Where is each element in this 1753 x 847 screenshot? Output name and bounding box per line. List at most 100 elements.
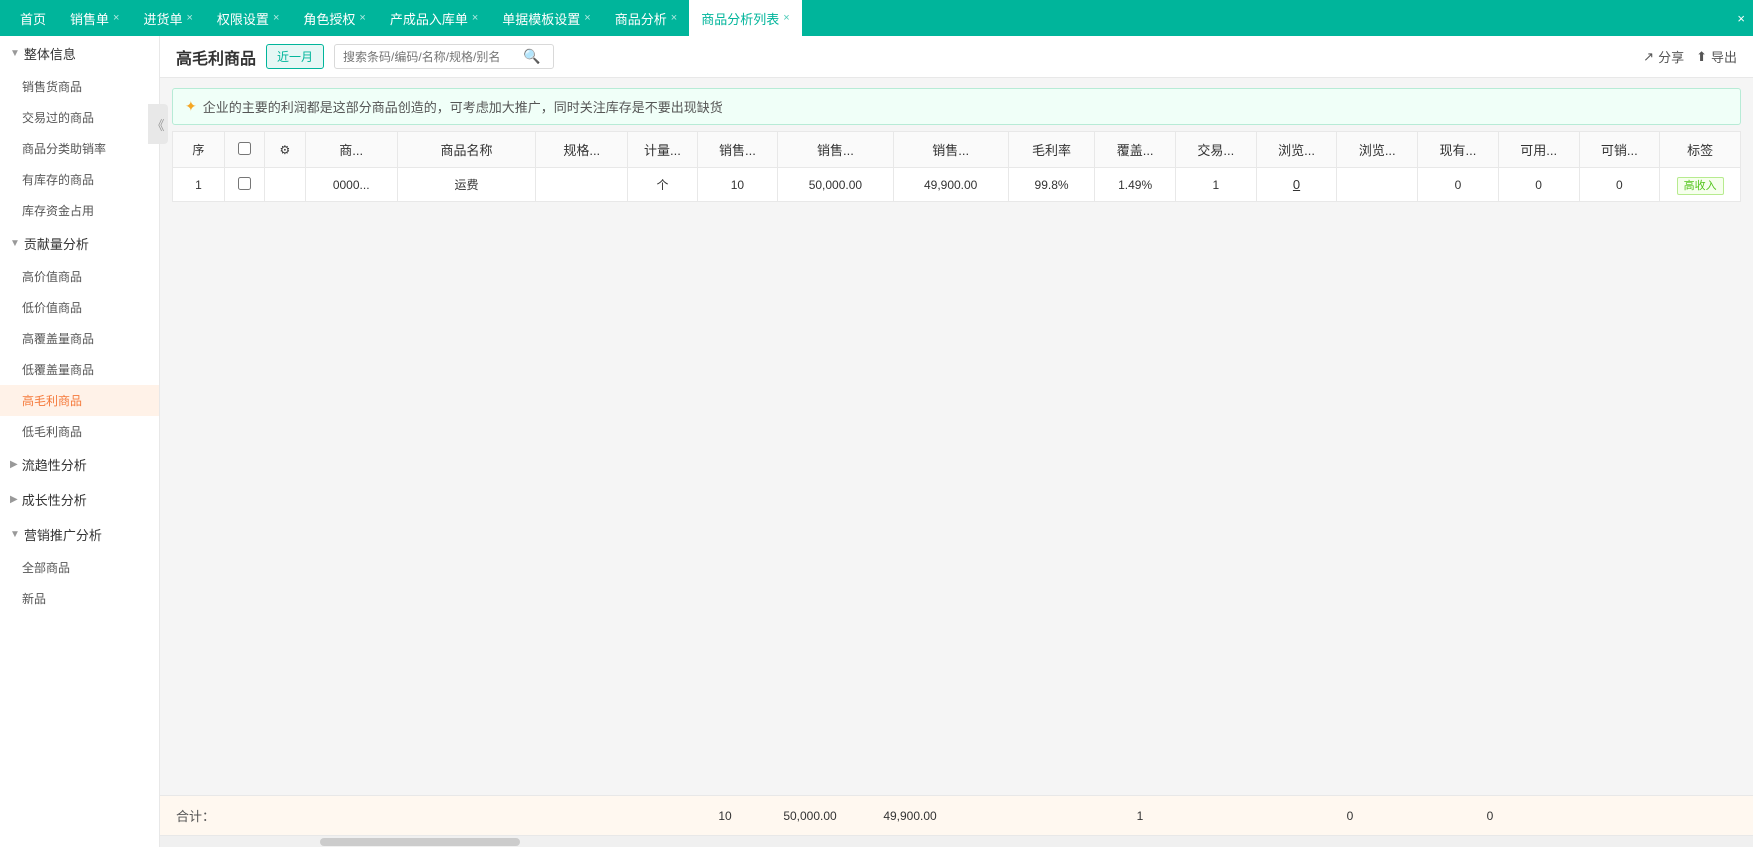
cell-name: 运费 (397, 168, 535, 202)
nav-permission[interactable]: 权限设置 × (205, 0, 291, 36)
sidebar-item-all-goods[interactable]: 全部商品 (0, 552, 159, 583)
col-header-browse1[interactable]: 浏览... (1256, 132, 1337, 168)
section-arrow-growth: ▶ (10, 494, 18, 505)
section-arrow-flow: ▶ (10, 459, 18, 470)
cell-check[interactable] (224, 168, 264, 202)
top-nav: 首页 销售单 × 进货单 × 权限设置 × 角色授权 × 产成品入库单 × 单据… (0, 0, 1753, 36)
col-header-seq: 序 (173, 132, 225, 168)
nav-role[interactable]: 角色授权 × (291, 0, 377, 36)
sidebar-item-high-margin[interactable]: 高毛利商品 (0, 385, 159, 416)
nav-goods-analysis[interactable]: 商品分析 × (603, 0, 689, 36)
cell-sale-cost: 49,900.00 (893, 168, 1008, 202)
section-arrow-overall: ▼ (10, 48, 20, 59)
select-all-checkbox[interactable] (238, 142, 251, 155)
section-label-marketing: 营销推广分析 (24, 525, 102, 544)
sidebar-item-new-goods[interactable]: 新品 (0, 583, 159, 614)
col-header-settings[interactable]: ⚙ (265, 132, 305, 168)
footer-trade: 1 (1105, 809, 1175, 823)
cell-unit: 个 (628, 168, 697, 202)
col-header-browse2[interactable]: 浏览... (1337, 132, 1418, 168)
col-header-code[interactable]: 商... (305, 132, 397, 168)
section-label-growth: 成长性分析 (22, 490, 87, 509)
search-icon[interactable]: 🔍 (523, 48, 540, 65)
hint-bar: ✦ 企业的主要的利润都是这部分商品创造的，可考虑加大推广，同时关注库存是不要出现… (172, 88, 1741, 125)
sidebar-item-high-value[interactable]: 高价值商品 (0, 261, 159, 292)
nav-goods-analysis-list-close[interactable]: × (783, 12, 789, 24)
section-label-overall: 整体信息 (24, 44, 76, 63)
nav-purchase-close[interactable]: × (186, 12, 192, 24)
export-icon: ⬆ (1696, 49, 1707, 65)
col-header-tag[interactable]: 标签 (1660, 132, 1741, 168)
sidebar-item-low-margin[interactable]: 低毛利商品 (0, 416, 159, 447)
sidebar-section-overall[interactable]: ▼ 整体信息 (0, 36, 159, 71)
cell-trade: 1 (1175, 168, 1256, 202)
nav-permission-close[interactable]: × (273, 12, 279, 24)
col-header-cover[interactable]: 覆盖... (1095, 132, 1176, 168)
sidebar-section-marketing[interactable]: ▼ 营销推广分析 (0, 517, 159, 552)
cell-stock1: 0 (1418, 168, 1499, 202)
window-controls: × (1737, 11, 1745, 26)
sidebar-item-classify-rate[interactable]: 商品分类助销率 (0, 133, 159, 164)
col-header-sale-amt[interactable]: 销售... (778, 132, 893, 168)
time-filter-recent-month[interactable]: 近一月 (266, 44, 324, 69)
sidebar-item-high-cover[interactable]: 高覆盖量商品 (0, 323, 159, 354)
col-header-check[interactable] (224, 132, 264, 168)
col-header-name[interactable]: 商品名称 (397, 132, 535, 168)
table-container[interactable]: 序 ⚙ 商... 商品名称 规格... 计量... 销售... 销售... 销售… (160, 131, 1753, 795)
section-label-contribution: 贡献量分析 (24, 234, 89, 253)
sidebar-collapse-btn[interactable]: 《 (148, 104, 168, 144)
col-header-stock1[interactable]: 现有... (1418, 132, 1499, 168)
footer-sale-amt: 50,000.00 (760, 809, 860, 823)
table-header-row: 序 ⚙ 商... 商品名称 规格... 计量... 销售... 销售... 销售… (173, 132, 1741, 168)
sidebar-item-low-value[interactable]: 低价值商品 (0, 292, 159, 323)
sidebar-item-stock-capital[interactable]: 库存资金占用 (0, 195, 159, 226)
sidebar-item-in-stock[interactable]: 有库存的商品 (0, 164, 159, 195)
cell-gross-rate: 99.8% (1008, 168, 1094, 202)
sidebar-section-flow[interactable]: ▶ 流趋性分析 (0, 447, 159, 482)
hint-icon: ✦ (185, 98, 197, 115)
nav-goods-analysis-close[interactable]: × (671, 12, 677, 24)
share-button[interactable]: ↗ 分享 (1643, 47, 1684, 66)
sidebar-item-low-cover[interactable]: 低覆盖量商品 (0, 354, 159, 385)
col-header-sale-qty[interactable]: 销售... (697, 132, 778, 168)
cell-browse2 (1337, 168, 1418, 202)
sidebar-item-traded-goods[interactable]: 交易过的商品 (0, 102, 159, 133)
nav-purchase[interactable]: 进货单 × (131, 0, 204, 36)
col-header-sale-cost[interactable]: 销售... (893, 132, 1008, 168)
browse1-link[interactable]: 0 (1293, 177, 1300, 192)
window-close-btn[interactable]: × (1737, 11, 1745, 26)
col-header-trade[interactable]: 交易... (1175, 132, 1256, 168)
col-header-sellable[interactable]: 可销... (1579, 132, 1660, 168)
cell-cover: 1.49% (1095, 168, 1176, 202)
nav-template[interactable]: 单据模板设置 × (490, 0, 602, 36)
cell-browse1[interactable]: 0 (1256, 168, 1337, 202)
footer-stock1: 0 (1315, 809, 1385, 823)
sidebar-section-growth[interactable]: ▶ 成长性分析 (0, 482, 159, 517)
nav-template-close[interactable]: × (584, 12, 590, 24)
content-header: 高毛利商品 近一月 🔍 ↗ 分享 ⬆ 导出 (160, 36, 1753, 78)
col-header-unit[interactable]: 计量... (628, 132, 697, 168)
footer-sellable: 0 (1455, 809, 1525, 823)
export-button[interactable]: ⬆ 导出 (1696, 47, 1737, 66)
nav-sales-close[interactable]: × (113, 12, 119, 24)
scrollbar-thumb[interactable] (320, 838, 520, 846)
col-header-gross-rate[interactable]: 毛利率 (1008, 132, 1094, 168)
section-arrow-contribution: ▼ (10, 238, 20, 249)
search-input[interactable] (343, 50, 523, 64)
section-arrow-marketing: ▼ (10, 529, 20, 540)
footer-label: 合计： (176, 806, 215, 825)
table-row: 1 0000... 运费 个 10 50,000.00 49,900.00 99… (173, 168, 1741, 202)
nav-product-inbound[interactable]: 产成品入库单 × (378, 0, 490, 36)
nav-product-inbound-close[interactable]: × (472, 12, 478, 24)
bottom-scrollbar[interactable] (160, 835, 1753, 847)
nav-goods-analysis-list[interactable]: 商品分析列表 × (689, 0, 801, 36)
col-header-spec[interactable]: 规格... (536, 132, 628, 168)
nav-role-close[interactable]: × (359, 12, 365, 24)
sidebar-item-sales-goods[interactable]: 销售货商品 (0, 71, 159, 102)
sidebar-section-contribution[interactable]: ▼ 贡献量分析 (0, 226, 159, 261)
nav-home[interactable]: 首页 (8, 0, 58, 36)
content-area: 高毛利商品 近一月 🔍 ↗ 分享 ⬆ 导出 ✦ 企业的 (160, 36, 1753, 847)
nav-sales[interactable]: 销售单 × (58, 0, 131, 36)
row-checkbox[interactable] (238, 177, 251, 190)
col-header-stock2[interactable]: 可用... (1498, 132, 1579, 168)
